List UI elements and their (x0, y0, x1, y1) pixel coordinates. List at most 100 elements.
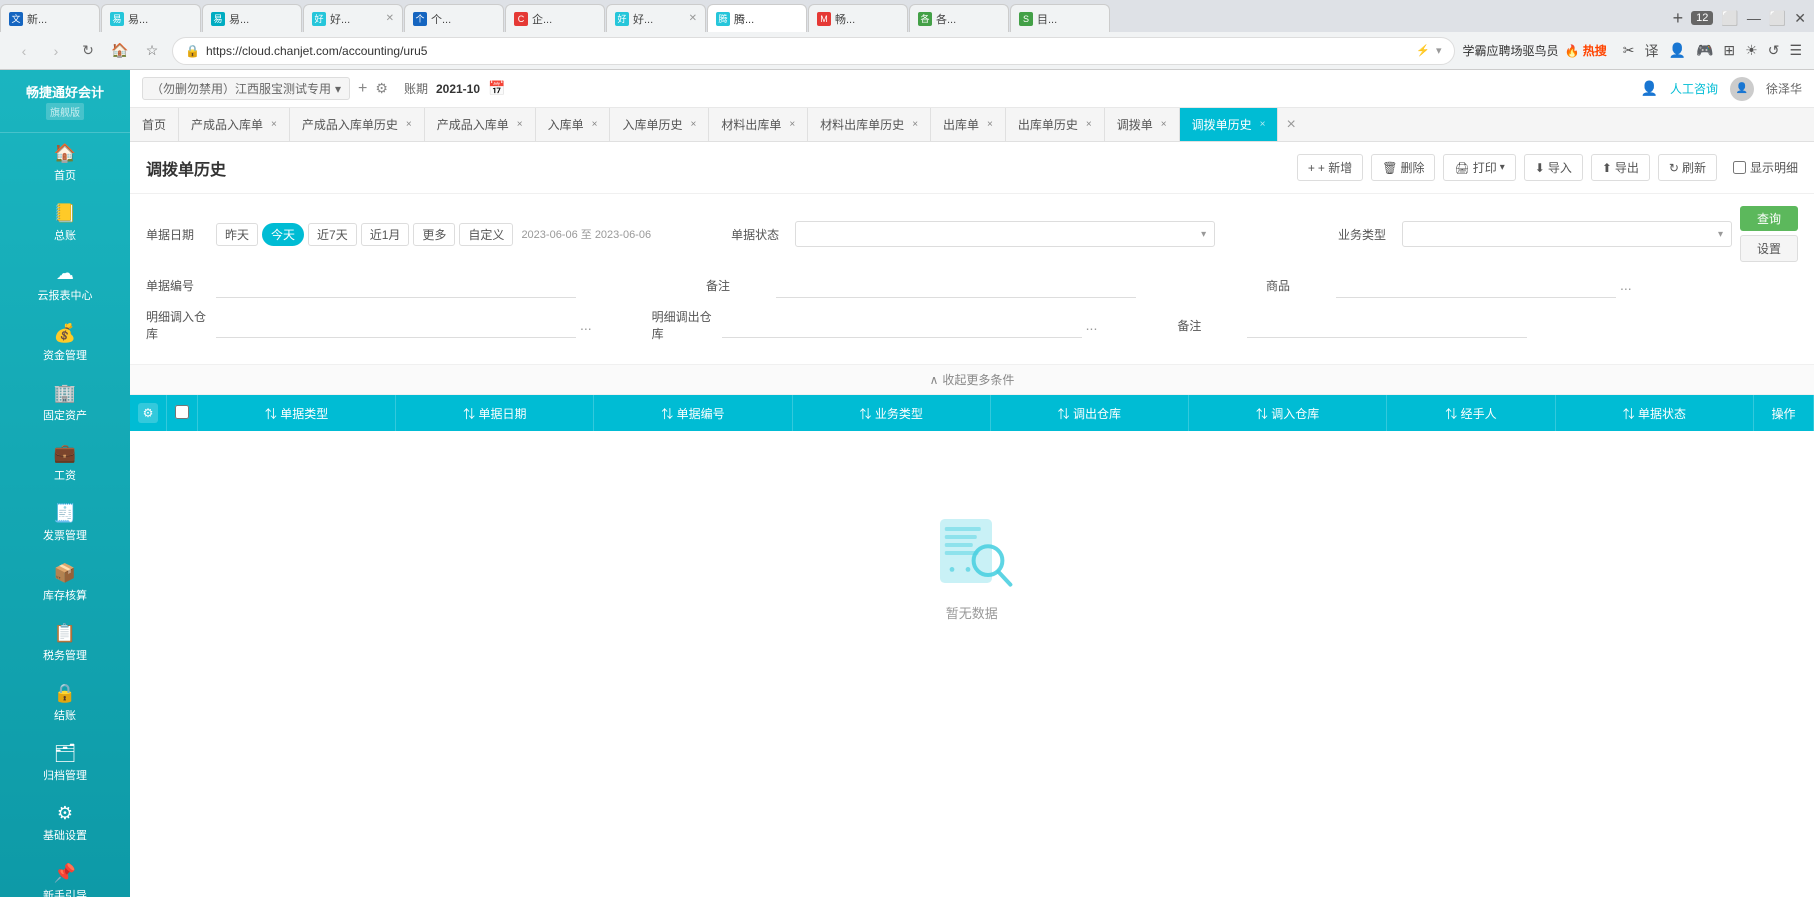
content-tab-6[interactable]: 材料出库单 × (709, 108, 808, 141)
refresh-btn[interactable]: ↻ 刷新 (1658, 154, 1717, 181)
browser-tab-6[interactable]: C 企... (505, 4, 605, 32)
sidebar-item-tax[interactable]: 📋 税务管理 (0, 613, 130, 673)
export-btn[interactable]: ⬆ 导出 (1591, 154, 1650, 181)
close-window-icon[interactable]: ✕ (1794, 10, 1806, 27)
show-detail-checkbox[interactable] (1733, 161, 1746, 174)
note-input[interactable] (776, 272, 1136, 298)
grid-icon[interactable]: ⊞ (1723, 42, 1735, 59)
sidebar-item-archive[interactable]: 🗂 归档管理 (0, 733, 130, 793)
new-tab-btn[interactable]: + (1673, 8, 1684, 29)
url-dropdown-icon[interactable]: ▾ (1436, 44, 1442, 57)
custom-btn[interactable]: 自定义 (459, 223, 513, 246)
content-tab-4-close[interactable]: × (592, 119, 598, 130)
table-header-checkbox[interactable] (167, 395, 198, 431)
content-tab-8[interactable]: 出库单 × (931, 108, 1006, 141)
goods-dots-btn[interactable]: ... (1620, 277, 1632, 293)
sidebar-item-close[interactable]: 🔒 结账 (0, 673, 130, 733)
table-header-gear[interactable]: ⚙ (130, 395, 167, 431)
content-tab-8-close[interactable]: × (987, 119, 993, 130)
week-btn[interactable]: 近7天 (308, 223, 357, 246)
home-browser-btn[interactable]: 🏠 (108, 39, 132, 63)
table-header-doc-date[interactable]: ⇅ 单据日期 (396, 395, 594, 431)
history-icon[interactable]: ↺ (1768, 42, 1780, 59)
table-header-doc-status[interactable]: ⇅ 单据状态 (1555, 395, 1753, 431)
sidebar-item-salary[interactable]: 💼 工资 (0, 433, 130, 493)
month-btn[interactable]: 近1月 (361, 223, 410, 246)
browser-tab-4[interactable]: 好 好... ✕ (303, 4, 403, 32)
in-warehouse-dots-btn[interactable]: ... (580, 317, 592, 333)
table-header-handler[interactable]: ⇅ 经手人 (1387, 395, 1556, 431)
consultant-label[interactable]: 人工咨询 (1670, 80, 1718, 97)
browser-tab-8[interactable]: 腾 腾... (707, 4, 807, 32)
tab-list-icon[interactable]: ⬜ (1721, 10, 1738, 27)
browser-tab-9[interactable]: M 畅... (808, 4, 908, 32)
browser-tab-1[interactable]: 文 新... (0, 4, 100, 32)
content-tab-6-close[interactable]: × (789, 119, 795, 130)
biz-type-select[interactable]: ▾ (1402, 221, 1732, 247)
tab-close-4[interactable]: ✕ (386, 13, 394, 24)
add-company-btn[interactable]: + (358, 80, 367, 98)
status-select[interactable]: ▾ (795, 221, 1215, 247)
content-tab-5[interactable]: 入库单历史 × (610, 108, 709, 141)
sidebar-item-invoice[interactable]: 🧾 发票管理 (0, 493, 130, 553)
close-all-tabs-btn[interactable]: × (1278, 116, 1303, 134)
sidebar-item-general-ledger[interactable]: 📒 总账 (0, 193, 130, 253)
content-tab-1-close[interactable]: × (271, 119, 277, 130)
content-tab-home[interactable]: 首页 (130, 108, 179, 141)
table-header-doc-no[interactable]: ⇅ 单据编号 (594, 395, 792, 431)
yesterday-btn[interactable]: 昨天 (216, 223, 258, 246)
browser-tab-10[interactable]: 各 各... (909, 4, 1009, 32)
doc-no-input[interactable] (216, 272, 576, 298)
more-btn[interactable]: 更多 (413, 223, 455, 246)
content-tab-1[interactable]: 产成品入库单 × (179, 108, 290, 141)
sidebar-item-guide[interactable]: 📌 新手引导 (0, 853, 130, 897)
company-select[interactable]: （勿删勿禁用）江西服宝测试专用 ▾ (142, 77, 350, 100)
today-btn[interactable]: 今天 (262, 223, 304, 246)
refresh-browser-btn[interactable]: ↻ (76, 39, 100, 63)
maximize-icon[interactable]: ⬜ (1769, 10, 1786, 27)
calendar-icon[interactable]: 📅 (488, 80, 505, 97)
goods-input[interactable] (1336, 272, 1616, 298)
content-tab-3[interactable]: 产成品入库单 × (425, 108, 536, 141)
new-btn[interactable]: + + 新增 (1297, 154, 1363, 181)
table-header-out-warehouse[interactable]: ⇅ 调出仓库 (990, 395, 1188, 431)
tab-close-7[interactable]: ✕ (689, 13, 697, 24)
content-tab-3-close[interactable]: × (517, 119, 523, 130)
sidebar-item-fixed-asset[interactable]: 🏢 固定资产 (0, 373, 130, 433)
content-tab-9[interactable]: 出库单历史 × (1006, 108, 1105, 141)
content-tab-5-close[interactable]: × (690, 119, 696, 130)
content-tab-2[interactable]: 产成品入库单历史 × (290, 108, 425, 141)
browser-tab-7[interactable]: 好 好... ✕ (606, 4, 706, 32)
game-icon[interactable]: 🎮 (1696, 42, 1713, 59)
content-tab-11-close[interactable]: × (1260, 119, 1266, 130)
content-tab-10-close[interactable]: × (1161, 119, 1167, 130)
user-icon[interactable]: 👤 (1669, 42, 1686, 59)
gear-icon[interactable]: ⚙ (138, 403, 158, 423)
sidebar-item-home[interactable]: 🏠 首页 (0, 133, 130, 193)
collapse-bar[interactable]: ∧ 收起更多条件 (130, 365, 1814, 395)
out-warehouse-input[interactable] (722, 312, 1082, 338)
content-tab-4[interactable]: 入库单 × (536, 108, 611, 141)
browser-tab-2[interactable]: 易 易... (101, 4, 201, 32)
note2-input[interactable] (1247, 312, 1527, 338)
delete-btn[interactable]: 🗑 删除 (1371, 154, 1435, 181)
sidebar-item-fund[interactable]: 💰 资金管理 (0, 313, 130, 373)
content-tab-2-close[interactable]: × (406, 119, 412, 130)
filter-settings-btn[interactable]: 设置 (1740, 235, 1798, 262)
sidebar-item-inventory[interactable]: 📦 库存核算 (0, 553, 130, 613)
content-tab-7-close[interactable]: × (912, 119, 918, 130)
print-btn[interactable]: 🖨 打印 ▾ (1443, 154, 1515, 181)
brightness-icon[interactable]: ☀ (1745, 42, 1758, 59)
cut-icon[interactable]: ✂ (1623, 42, 1635, 59)
company-settings-icon[interactable]: ⚙ (375, 80, 388, 97)
browser-tab-11[interactable]: S 目... (1010, 4, 1110, 32)
out-warehouse-dots-btn[interactable]: ... (1086, 317, 1098, 333)
in-warehouse-input[interactable] (216, 312, 576, 338)
forward-btn[interactable]: › (44, 39, 68, 63)
content-tab-10[interactable]: 调拨单 × (1105, 108, 1180, 141)
browser-tab-3[interactable]: 易 易... (202, 4, 302, 32)
table-header-in-warehouse[interactable]: ⇅ 调入仓库 (1188, 395, 1386, 431)
browser-tab-5[interactable]: 个 个... (404, 4, 504, 32)
menu-icon[interactable]: ☰ (1789, 42, 1802, 59)
import-btn[interactable]: ⬇ 导入 (1524, 154, 1583, 181)
